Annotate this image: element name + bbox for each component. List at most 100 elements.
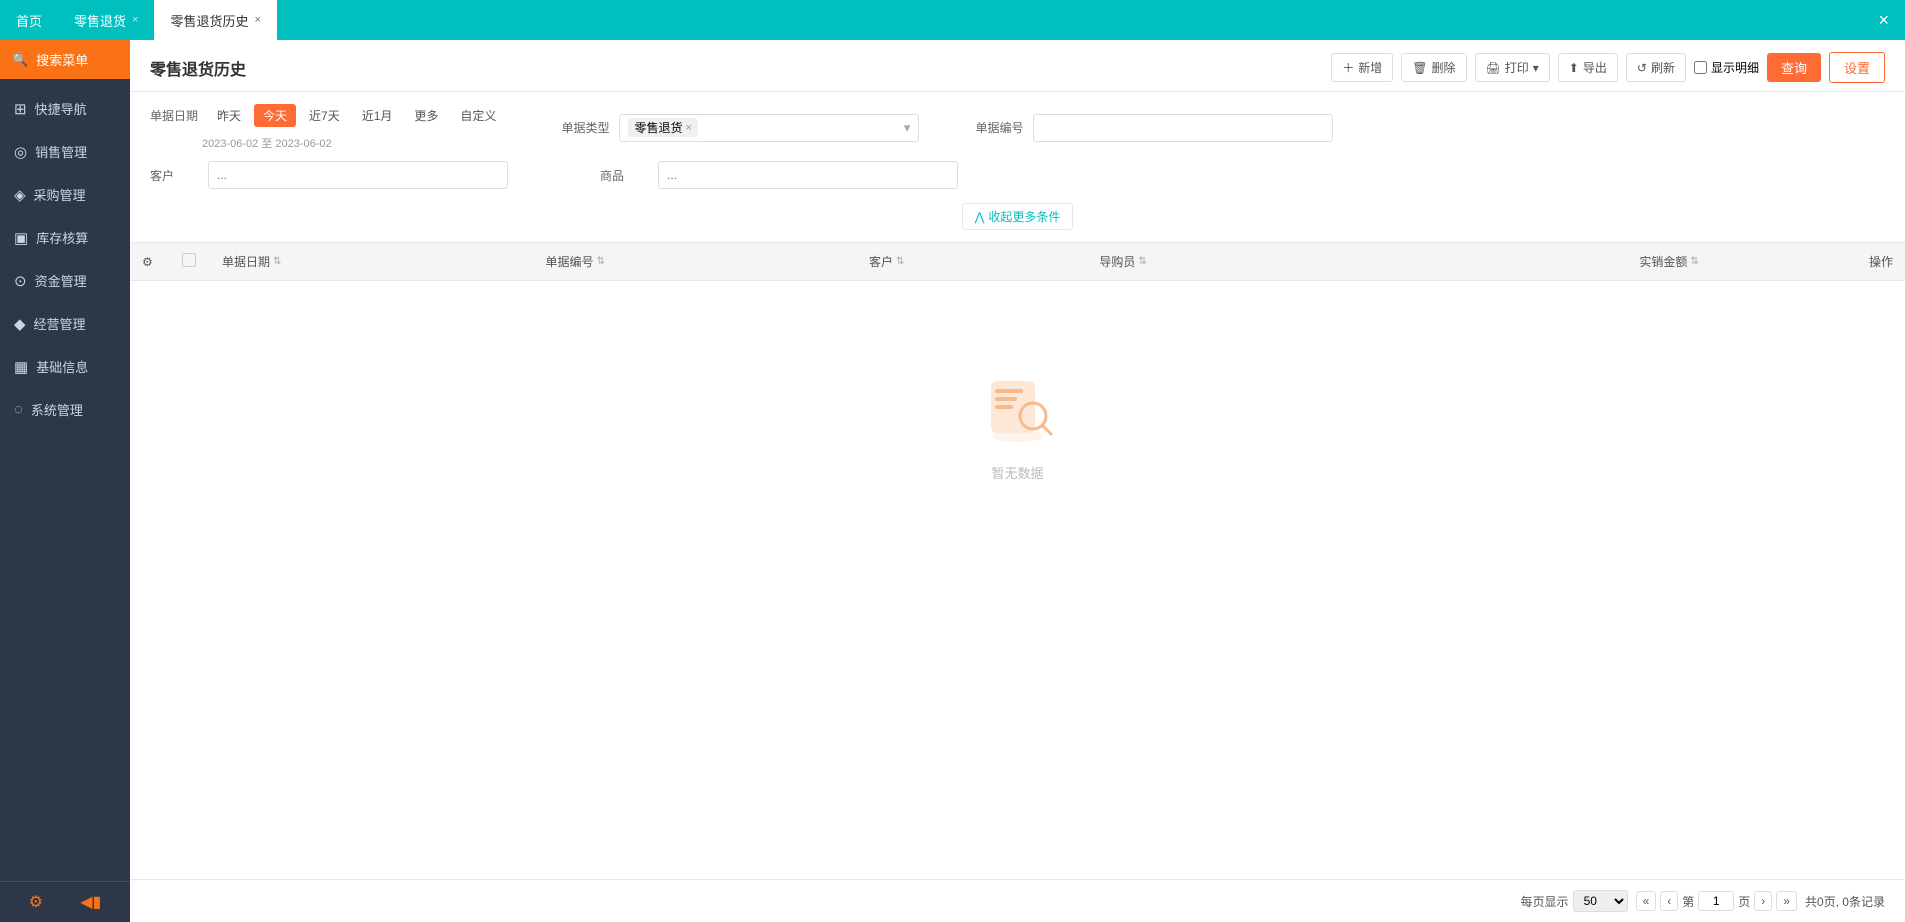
print-button[interactable]: 🖨 打印 ▾ [1475,53,1550,82]
refresh-button-label: 刷新 [1651,59,1675,76]
sidebar-item-operations[interactable]: ◆ 经营管理 [0,302,130,345]
export-button[interactable]: ⬆ 导出 [1558,53,1618,82]
tab-retail-return-history-close[interactable]: × [254,14,260,26]
print-dropdown-icon: ▾ [1533,61,1539,75]
sidebar-item-sales-mgmt[interactable]: ◎ 销售管理 [0,130,130,173]
tab-retail-return-close[interactable]: × [132,14,138,26]
select-all-checkbox[interactable] [182,253,196,267]
th-settings: ⚙ [130,243,170,281]
date-btn-yesterday[interactable]: 昨天 [208,104,250,127]
tab-retail-return-label: 零售退货 [74,11,126,30]
page-prev-button[interactable]: ‹ [1660,891,1678,911]
sidebar-item-system-mgmt[interactable]: ◌ 系统管理 [0,388,130,431]
goods-filter: 商品 [600,161,958,189]
tab-list: 首页 零售退货 × 零售退货历史 × [0,0,1862,40]
pagination-bar: 每页显示 10 20 50 100 « ‹ 第 页 › » 共0页, 0条记录 [130,879,1905,922]
sidebar-nav: ⊞ 快捷导航 ◎ 销售管理 ◈ 采购管理 ▣ 库存核算 ⊙ 资金管理 ◆ 经营管… [0,79,130,881]
page-label: 第 [1682,893,1694,910]
voucher-type-filter: 单据类型 零售退货 × ▾ [561,114,919,142]
date-btn-today[interactable]: 今天 [254,104,296,127]
date-btn-last7days[interactable]: 近7天 [300,104,349,127]
sidebar-settings-button[interactable]: ⚙ [29,892,43,912]
goods-input[interactable] [667,168,949,182]
th-guide: 导购员 ⇅ [1087,243,1364,281]
tab-home-label: 首页 [16,11,42,30]
date-btn-custom[interactable]: 自定义 [451,104,505,127]
delete-button[interactable]: 🗑 删除 [1401,53,1466,82]
sidebar-audio-button[interactable]: ◀▮ [80,892,101,912]
page-unit: 页 [1738,893,1750,910]
customer-input[interactable] [217,168,499,182]
print-button-label: 打印 [1505,59,1529,76]
voucher-no-input-wrap [1033,114,1333,142]
query-button-label: 查询 [1781,61,1807,76]
th-customer-label: 客户 [869,253,893,270]
th-voucher-no-label: 单据编号 [545,253,593,270]
refresh-button[interactable]: ↺ 刷新 [1626,53,1686,82]
show-detail-checkbox-wrap[interactable]: 显示明细 [1694,59,1759,76]
tab-retail-return[interactable]: 零售退货 × [58,0,154,40]
app-body: 🔍 搜索菜单 ⊞ 快捷导航 ◎ 销售管理 ◈ 采购管理 ▣ 库存核算 ⊙ 资金管 [0,40,1905,922]
page-number-input[interactable] [1698,891,1734,911]
actual-amount-sort-icon[interactable]: ⇅ [1690,256,1698,267]
voucher-type-input-wrap[interactable]: 零售退货 × ▾ [619,114,919,142]
settings-button-label: 设置 [1844,61,1870,76]
table-area: ⚙ 单据日期 ⇅ 单据编号 [130,243,1905,879]
empty-state: 暂无数据 [130,281,1905,562]
operations-icon: ◆ [14,315,26,333]
goods-label: 商品 [600,167,650,184]
sidebar-item-purchase-mgmt-label: 采购管理 [34,185,86,204]
date-btn-more[interactable]: 更多 [405,104,447,127]
query-button[interactable]: 查询 [1767,53,1821,82]
show-detail-checkbox[interactable] [1694,61,1707,74]
sidebar-item-quick-nav[interactable]: ⊞ 快捷导航 [0,87,130,130]
voucher-no-input[interactable] [1042,121,1324,135]
th-checkbox [170,243,210,281]
collapse-button[interactable]: ⋀ 收起更多条件 [962,203,1074,230]
settings-button[interactable]: 设置 [1829,52,1885,83]
collapse-up-icon: ⋀ [975,210,985,224]
main-content: 零售退货历史 ＋ 新增 🗑 删除 🖨 打印 ▾ ⬆ 导出 [130,40,1905,922]
search-icon: 🔍 [12,52,28,68]
date-btn-last1month[interactable]: 近1月 [353,104,402,127]
voucher-type-label: 单据类型 [561,119,611,136]
sidebar-item-basic-info[interactable]: ▦ 基础信息 [0,345,130,388]
filter-row-2: 客户 商品 [150,161,1885,189]
sidebar-item-inventory[interactable]: ▣ 库存核算 [0,216,130,259]
sidebar-item-finance[interactable]: ⊙ 资金管理 [0,259,130,302]
voucher-type-tag-remove[interactable]: × [685,122,691,134]
page-next-button[interactable]: › [1754,891,1772,911]
voucher-no-sort-icon[interactable]: ⇅ [596,256,604,267]
sidebar-item-purchase-mgmt[interactable]: ◈ 采购管理 [0,173,130,216]
print-icon: 🖨 [1486,61,1501,75]
filter-row-1: 单据日期 昨天 今天 近7天 近1月 更多 自定义 2023-06-02 至 2… [150,104,1885,151]
settings-col-icon[interactable]: ⚙ [142,255,153,269]
page-size-select[interactable]: 10 20 50 100 [1573,890,1628,912]
customer-sort-icon[interactable]: ⇅ [896,256,904,267]
tab-home[interactable]: 首页 [0,0,58,40]
collapse-row: ⋀ 收起更多条件 [150,199,1885,230]
guide-sort-icon[interactable]: ⇅ [1138,256,1146,267]
basic-info-icon: ▦ [14,358,28,376]
sidebar-search[interactable]: 🔍 搜索菜单 [0,40,130,79]
empty-text: 暂无数据 [991,463,1043,482]
page-last-button[interactable]: » [1776,891,1797,911]
th-date-label: 单据日期 [222,253,270,270]
data-table: ⚙ 单据日期 ⇅ 单据编号 [130,243,1905,562]
date-filter-group: 单据日期 昨天 今天 近7天 近1月 更多 自定义 2023-06-02 至 2… [150,104,505,151]
th-customer: 客户 ⇅ [857,243,1087,281]
tab-retail-return-history[interactable]: 零售退货历史 × [154,0,276,40]
date-sort-icon[interactable]: ⇅ [273,256,281,267]
filter-area: 单据日期 昨天 今天 近7天 近1月 更多 自定义 2023-06-02 至 2… [130,92,1905,243]
new-button[interactable]: ＋ 新增 [1331,53,1393,82]
customer-input-wrap [208,161,508,189]
sidebar-item-inventory-label: 库存核算 [36,228,88,247]
plus-icon: ＋ [1342,59,1354,76]
goods-input-wrap [658,161,958,189]
window-close-button[interactable]: × [1862,10,1905,31]
total-records: 共0页, 0条记录 [1805,893,1885,910]
page-nav: « ‹ 第 页 › » [1636,891,1797,911]
sidebar-item-basic-info-label: 基础信息 [36,357,88,376]
page-first-button[interactable]: « [1636,891,1657,911]
sidebar-item-quick-nav-label: 快捷导航 [35,99,87,118]
